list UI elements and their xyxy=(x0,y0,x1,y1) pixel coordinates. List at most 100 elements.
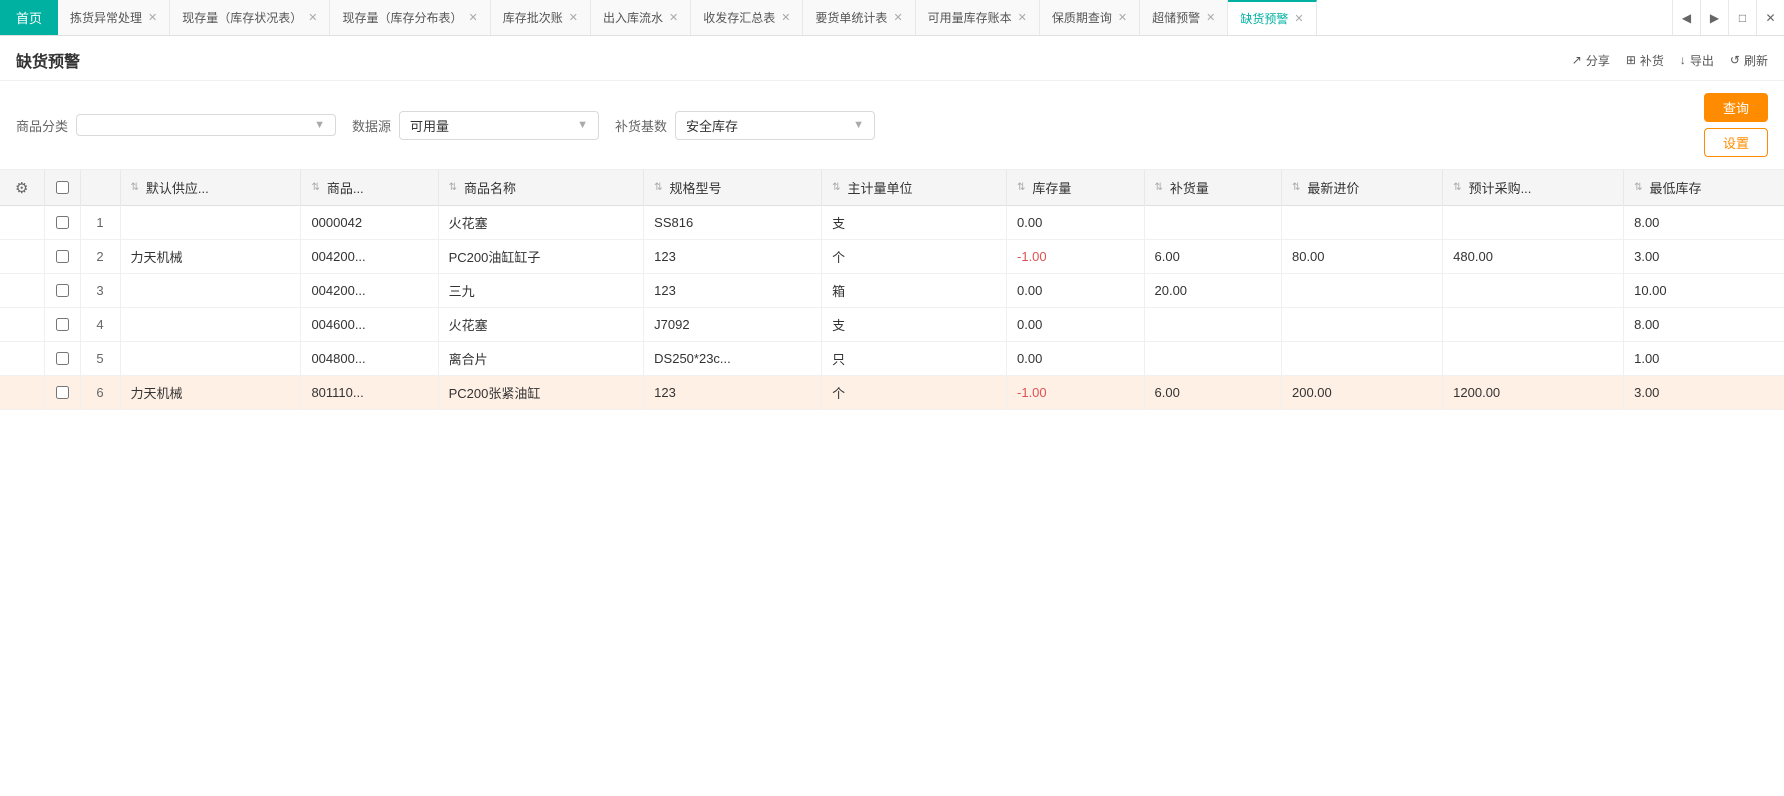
th-supplier[interactable]: ⇅默认供应... xyxy=(120,170,301,206)
tab-shortage[interactable]: 缺货预警✕ xyxy=(1228,0,1316,35)
th-code[interactable]: ⇅商品... xyxy=(301,170,438,206)
replenish-base-dropdown-icon: ▼ xyxy=(853,119,864,131)
th-name[interactable]: ⇅商品名称 xyxy=(438,170,644,206)
row-checkbox-cell-1[interactable] xyxy=(44,240,80,274)
tab-close-collect[interactable]: ✕ xyxy=(781,11,790,24)
tab-close-overstock[interactable]: ✕ xyxy=(1206,11,1215,24)
tab-inout[interactable]: 出入库流水✕ xyxy=(591,0,691,35)
tab-available[interactable]: 可用量库存账本✕ xyxy=(916,0,1040,35)
tab-batch[interactable]: 库存批次账 ✕ xyxy=(491,0,591,35)
replenish-icon: ⊞ xyxy=(1626,53,1636,67)
share-btn[interactable]: ↗ 分享 xyxy=(1572,52,1610,69)
gear-icon[interactable]: ⚙ xyxy=(10,179,34,197)
row-latest-price-2 xyxy=(1281,274,1442,308)
tab-bar: 首页 拣货异常处理✕现存量（库存状况表）✕现存量（库存分布表）✕库存批次账✕出入… xyxy=(0,0,1784,36)
table-row: 6 力天机械 801110... PC200张紧油缸 123 个 -1.00 6… xyxy=(0,376,1784,410)
th-gear[interactable]: ⚙ xyxy=(0,170,44,206)
row-stock-1: -1.00 xyxy=(1007,240,1144,274)
row-checkbox-2[interactable] xyxy=(56,284,69,297)
tab-close-all-btn[interactable]: ✕ xyxy=(1756,0,1784,35)
row-unit-5: 个 xyxy=(822,376,1007,410)
row-checkbox-0[interactable] xyxy=(56,216,69,229)
row-latest-price-0 xyxy=(1281,206,1442,240)
row-checkbox-cell-0[interactable] xyxy=(44,206,80,240)
row-checkbox-cell-5[interactable] xyxy=(44,376,80,410)
tab-window-btn[interactable]: □ xyxy=(1728,0,1756,35)
query-button[interactable]: 查询 xyxy=(1704,93,1768,122)
row-checkbox-4[interactable] xyxy=(56,352,69,365)
tab-close-inout[interactable]: ✕ xyxy=(669,11,678,24)
filter-actions: 查询 设置 xyxy=(1704,93,1768,157)
table-row: 5 004800... 离合片 DS250*23c... 只 0.00 1.00 xyxy=(0,342,1784,376)
sort-icon-code: ⇅ xyxy=(311,182,319,193)
tab-label-overstock: 超储预警 xyxy=(1152,9,1200,26)
sort-icon-est-purchase: ⇅ xyxy=(1453,182,1461,193)
row-gear-2 xyxy=(0,274,44,308)
th-checkbox[interactable] xyxy=(44,170,80,206)
row-stock-5: -1.00 xyxy=(1007,376,1144,410)
category-select[interactable]: ▼ xyxy=(76,114,336,136)
tab-next-btn[interactable]: ▶ xyxy=(1700,0,1728,35)
select-all-checkbox[interactable] xyxy=(56,181,69,194)
row-checkbox-5[interactable] xyxy=(56,386,69,399)
row-spec-5: 123 xyxy=(644,376,822,410)
tab-stock-dist[interactable]: 现存量（库存分布表）✕ xyxy=(330,0,490,35)
table-row: 1 0000042 火花塞 SS816 支 0.00 8.00 xyxy=(0,206,1784,240)
row-spec-3: J7092 xyxy=(644,308,822,342)
tab-expiry[interactable]: 保质期查询 ✕ xyxy=(1040,0,1140,35)
row-min-stock-5: 3.00 xyxy=(1624,376,1784,410)
export-btn[interactable]: ↓ 导出 xyxy=(1680,52,1714,69)
tab-label-stock-status: 现存量（库存状况表） xyxy=(182,9,302,26)
tab-close-batch[interactable]: ✕ xyxy=(569,11,578,24)
data-table: ⚙ ⇅默认供应... ⇅商品... ⇅商品名称 xyxy=(0,170,1784,410)
tab-close-demand[interactable]: ✕ xyxy=(893,11,902,24)
row-checkbox-cell-3[interactable] xyxy=(44,308,80,342)
th-est-purchase[interactable]: ⇅预计采购... xyxy=(1443,170,1624,206)
th-unit[interactable]: ⇅主计量单位 xyxy=(822,170,1007,206)
replenish-base-label: 补货基数 xyxy=(615,116,667,135)
tab-label-expiry: 保质期查询 xyxy=(1052,9,1112,26)
replenish-btn[interactable]: ⊞ 补货 xyxy=(1626,52,1664,69)
row-latest-price-5: 200.00 xyxy=(1281,376,1442,410)
tab-close-stock-status[interactable]: ✕ xyxy=(308,11,317,24)
row-unit-1: 个 xyxy=(822,240,1007,274)
tab-close-expiry[interactable]: ✕ xyxy=(1118,11,1127,24)
page-title: 缺货预警 xyxy=(16,48,80,72)
tab-exception[interactable]: 拣货异常处理✕ xyxy=(58,0,170,35)
row-replenish-1: 6.00 xyxy=(1144,240,1281,274)
refresh-btn[interactable]: ↺ 刷新 xyxy=(1730,52,1768,69)
tab-demand[interactable]: 要货单统计表 ✕ xyxy=(803,0,915,35)
tab-close-exception[interactable]: ✕ xyxy=(148,11,157,24)
filter-row: 商品分类 ▼ 数据源 可用量 ▼ 补货基数 安全库存 ▼ 查询 设置 xyxy=(0,81,1784,170)
tab-close-available[interactable]: ✕ xyxy=(1018,11,1027,24)
row-checkbox-3[interactable] xyxy=(56,318,69,331)
th-min-stock[interactable]: ⇅最低库存 xyxy=(1624,170,1784,206)
row-checkbox-1[interactable] xyxy=(56,250,69,263)
table-header-row: ⚙ ⇅默认供应... ⇅商品... ⇅商品名称 xyxy=(0,170,1784,206)
replenish-base-select[interactable]: 安全库存 ▼ xyxy=(675,111,875,140)
row-spec-4: DS250*23c... xyxy=(644,342,822,376)
tab-overstock[interactable]: 超储预警 ✕ xyxy=(1140,0,1228,35)
tab-stock-status[interactable]: 现存量（库存状况表） ✕ xyxy=(170,0,330,35)
page-content: 缺货预警 ↗ 分享 ⊞ 补货 ↓ 导出 ↺ 刷新 商品分类 xyxy=(0,36,1784,796)
tab-prev-btn[interactable]: ◀ xyxy=(1672,0,1700,35)
tab-close-shortage[interactable]: ✕ xyxy=(1294,12,1303,25)
th-spec[interactable]: ⇅规格型号 xyxy=(644,170,822,206)
datasource-select[interactable]: 可用量 ▼ xyxy=(399,111,599,140)
tab-collect[interactable]: 收发存汇总表✕ xyxy=(691,0,803,35)
th-replenish[interactable]: ⇅补货量 xyxy=(1144,170,1281,206)
tab-close-stock-dist[interactable]: ✕ xyxy=(469,11,478,24)
row-replenish-3 xyxy=(1144,308,1281,342)
row-checkbox-cell-2[interactable] xyxy=(44,274,80,308)
row-est-purchase-2 xyxy=(1443,274,1624,308)
table-row: 4 004600... 火花塞 J7092 支 0.00 8.00 xyxy=(0,308,1784,342)
settings-button[interactable]: 设置 xyxy=(1704,128,1768,157)
th-stock[interactable]: ⇅库存量 xyxy=(1007,170,1144,206)
export-label: 导出 xyxy=(1690,52,1714,69)
th-latest-price[interactable]: ⇅最新进价 xyxy=(1281,170,1442,206)
row-checkbox-cell-4[interactable] xyxy=(44,342,80,376)
row-unit-4: 只 xyxy=(822,342,1007,376)
tab-label-demand: 要货单统计表 xyxy=(815,9,887,26)
tab-home[interactable]: 首页 xyxy=(0,0,58,35)
tab-label-batch: 库存批次账 xyxy=(503,9,563,26)
